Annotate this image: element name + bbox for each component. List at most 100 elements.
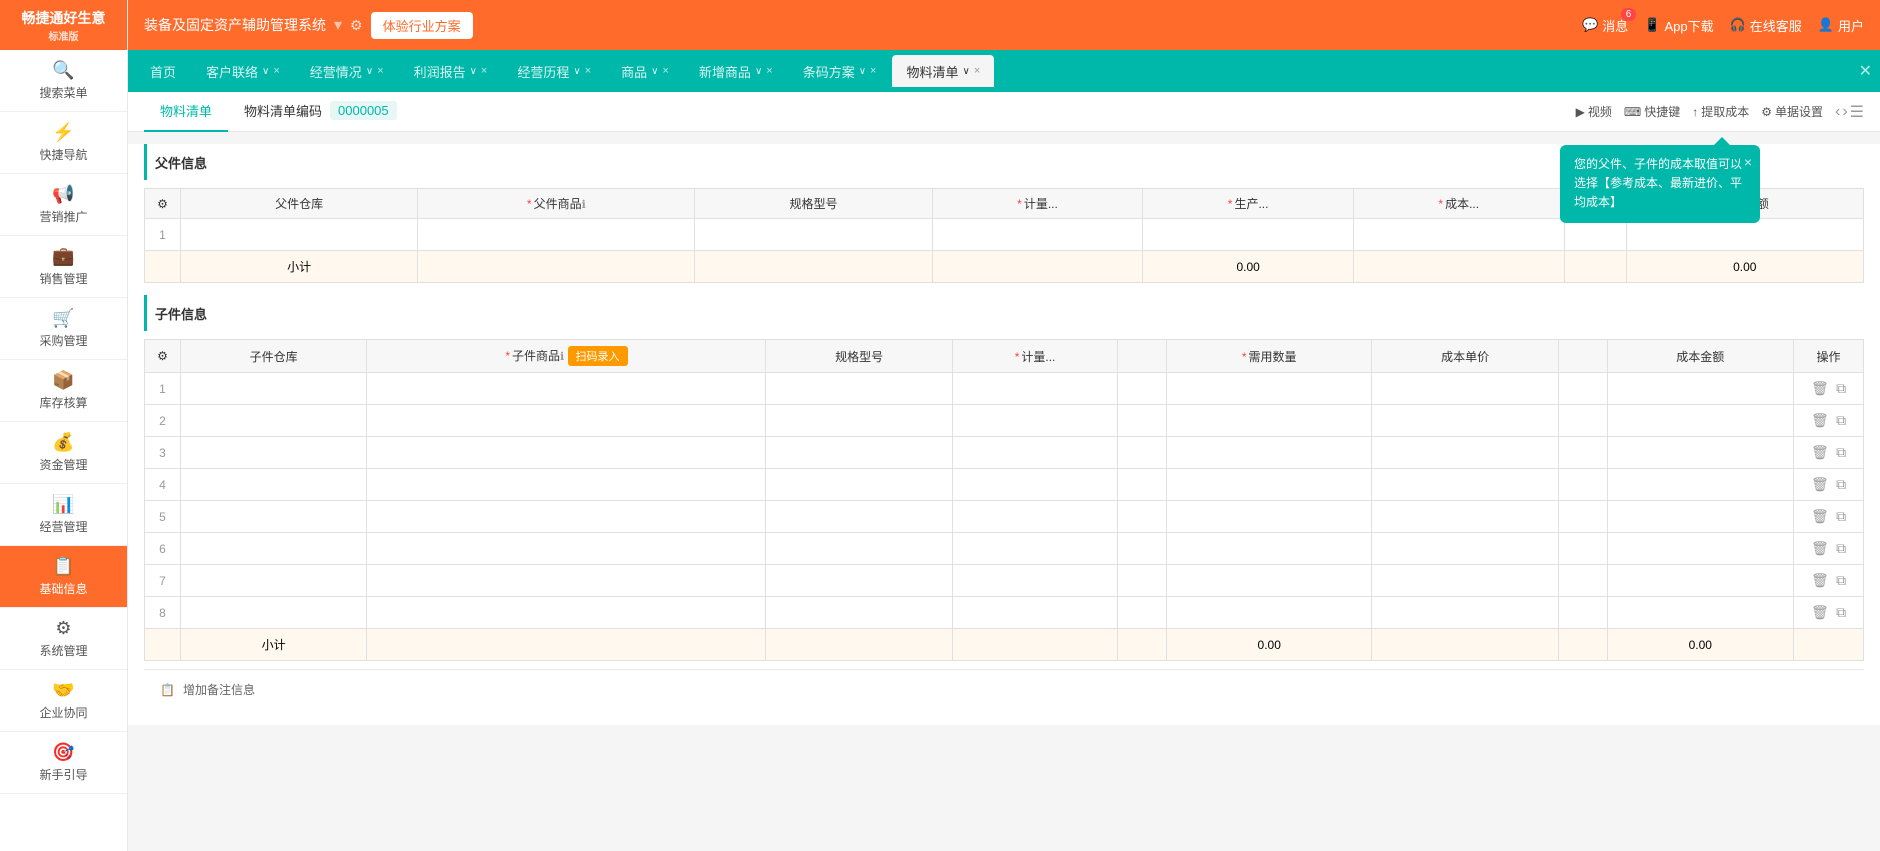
sidebar-item-搜索菜单[interactable]: 🔍搜索菜单	[0, 50, 127, 112]
parent-row-1-warehouse[interactable]	[181, 219, 418, 251]
child-row-product[interactable]	[367, 469, 766, 501]
child-row-warehouse[interactable]	[181, 373, 367, 405]
child-row-qty[interactable]	[1166, 565, 1372, 597]
child-row-unit[interactable]	[952, 533, 1117, 565]
child-row-spec[interactable]	[766, 373, 952, 405]
tab-8[interactable]: 物料清单 ∨ ×	[892, 55, 994, 87]
sidebar-item-资金管理[interactable]: 💰资金管理	[0, 422, 127, 484]
note-label[interactable]: 增加备注信息	[183, 681, 255, 698]
app-download-item[interactable]: 📱 App下载	[1644, 16, 1713, 35]
child-row-product[interactable]	[367, 533, 766, 565]
tab-close-icon[interactable]: ×	[870, 65, 876, 77]
child-row-product[interactable]	[367, 405, 766, 437]
tab-close-icon[interactable]: ×	[377, 65, 383, 77]
tab-close-icon[interactable]: ×	[766, 65, 772, 77]
gear-icon[interactable]: ⚙	[350, 17, 363, 34]
sidebar-item-企业协同[interactable]: 🤝企业协同	[0, 670, 127, 732]
messages-item[interactable]: 💬 消息 6	[1582, 16, 1628, 35]
delete-icon[interactable]: 🗑	[1809, 410, 1831, 430]
child-row-qty[interactable]	[1166, 533, 1372, 565]
copy-icon[interactable]: ⧉	[1834, 538, 1848, 558]
copy-icon[interactable]: ⧉	[1834, 570, 1848, 590]
child-row-spec[interactable]	[766, 501, 952, 533]
child-row-warehouse[interactable]	[181, 565, 367, 597]
tab-1[interactable]: 客户联络 ∨ ×	[192, 55, 294, 87]
child-row-spec[interactable]	[766, 597, 952, 629]
child-row-product[interactable]	[367, 373, 766, 405]
sidebar-item-经营管理[interactable]: 📊经营管理	[0, 484, 127, 546]
sidebar-item-系统管理[interactable]: ⚙系统管理	[0, 608, 127, 670]
copy-icon[interactable]: ⧉	[1834, 378, 1848, 398]
child-col-settings[interactable]: ⚙	[145, 340, 181, 373]
parent-row-1-cost[interactable]	[1353, 219, 1564, 251]
child-row-unit-cost[interactable]	[1372, 533, 1558, 565]
child-row-warehouse[interactable]	[181, 405, 367, 437]
child-row-unit[interactable]	[952, 437, 1117, 469]
parent-row-1-product[interactable]	[418, 219, 695, 251]
tab-close-icon[interactable]: ×	[974, 65, 980, 77]
child-row-unit[interactable]	[952, 501, 1117, 533]
tab-6[interactable]: 新增商品 ∨ ×	[685, 55, 787, 87]
close-all-icon[interactable]: ✕	[1859, 61, 1872, 81]
delete-icon[interactable]: 🗑	[1809, 570, 1831, 590]
shortcuts-action[interactable]: ⌨ 快捷键	[1624, 103, 1680, 120]
child-row-unit-cost[interactable]	[1372, 437, 1558, 469]
child-row-product[interactable]	[367, 565, 766, 597]
child-row-warehouse[interactable]	[181, 437, 367, 469]
child-row-unit-cost[interactable]	[1372, 565, 1558, 597]
parent-row-1-produce[interactable]	[1143, 219, 1354, 251]
online-service-item[interactable]: 🎧 在线客服	[1730, 16, 1802, 35]
tab-close-icon[interactable]: ×	[585, 65, 591, 77]
tab-5[interactable]: 商品 ∨ ×	[607, 55, 683, 87]
child-row-qty[interactable]	[1166, 501, 1372, 533]
child-row-qty[interactable]	[1166, 437, 1372, 469]
child-row-unit[interactable]	[952, 373, 1117, 405]
copy-icon[interactable]: ⧉	[1834, 442, 1848, 462]
delete-icon[interactable]: 🗑	[1809, 474, 1831, 494]
delete-icon[interactable]: 🗑	[1809, 378, 1831, 398]
tab-3[interactable]: 利润报告 ∨ ×	[400, 55, 502, 87]
child-row-spec[interactable]	[766, 405, 952, 437]
parent-col-settings[interactable]: ⚙	[145, 189, 181, 219]
child-row-spec[interactable]	[766, 533, 952, 565]
tab-close-icon[interactable]: ×	[273, 65, 279, 77]
tab-0[interactable]: 首页	[136, 55, 190, 87]
delete-icon[interactable]: 🗑	[1809, 538, 1831, 558]
copy-icon[interactable]: ⧉	[1834, 410, 1848, 430]
dropdown-icon[interactable]: ▾	[334, 15, 342, 35]
child-row-unit[interactable]	[952, 469, 1117, 501]
child-row-qty[interactable]	[1166, 597, 1372, 629]
parent-row-1-unit[interactable]	[932, 219, 1143, 251]
sidebar-item-销售管理[interactable]: 💼销售管理	[0, 236, 127, 298]
child-row-product[interactable]	[367, 437, 766, 469]
child-row-unit-cost[interactable]	[1372, 501, 1558, 533]
sidebar-item-库存核算[interactable]: 📦库存核算	[0, 360, 127, 422]
delete-icon[interactable]: 🗑	[1809, 506, 1831, 526]
tooltip-close-btn[interactable]: ×	[1744, 151, 1752, 173]
extract-cost-action[interactable]: ↑ 提取成本	[1692, 103, 1749, 120]
child-row-product[interactable]	[367, 501, 766, 533]
child-row-warehouse[interactable]	[181, 469, 367, 501]
user-item[interactable]: 👤 用户	[1818, 16, 1864, 35]
delete-icon[interactable]: 🗑	[1809, 442, 1831, 462]
tab-2[interactable]: 经营情况 ∨ ×	[296, 55, 398, 87]
child-row-spec[interactable]	[766, 469, 952, 501]
child-row-spec[interactable]	[766, 437, 952, 469]
tab-close-icon[interactable]: ×	[662, 65, 668, 77]
copy-icon[interactable]: ⧉	[1834, 602, 1848, 622]
child-row-qty[interactable]	[1166, 405, 1372, 437]
child-row-unit-cost[interactable]	[1372, 597, 1558, 629]
sidebar-item-基础信息[interactable]: 📋基础信息	[0, 546, 127, 608]
tab-material-code[interactable]: 物料清单编码 0000005	[228, 92, 413, 132]
doc-settings-action[interactable]: ⚙ 单据设置	[1761, 103, 1823, 120]
child-row-unit[interactable]	[952, 597, 1117, 629]
child-row-warehouse[interactable]	[181, 533, 367, 565]
scan-input-btn[interactable]: 扫码录入	[568, 346, 628, 366]
experience-btn[interactable]: 体验行业方案	[371, 12, 473, 39]
nav-prev-icon[interactable]: ‹	[1835, 103, 1840, 121]
child-row-qty[interactable]	[1166, 469, 1372, 501]
nav-next-icon[interactable]: ›	[1842, 103, 1847, 121]
child-row-unit-cost[interactable]	[1372, 469, 1558, 501]
copy-icon[interactable]: ⧉	[1834, 506, 1848, 526]
nav-list-icon[interactable]: ☰	[1850, 102, 1864, 122]
